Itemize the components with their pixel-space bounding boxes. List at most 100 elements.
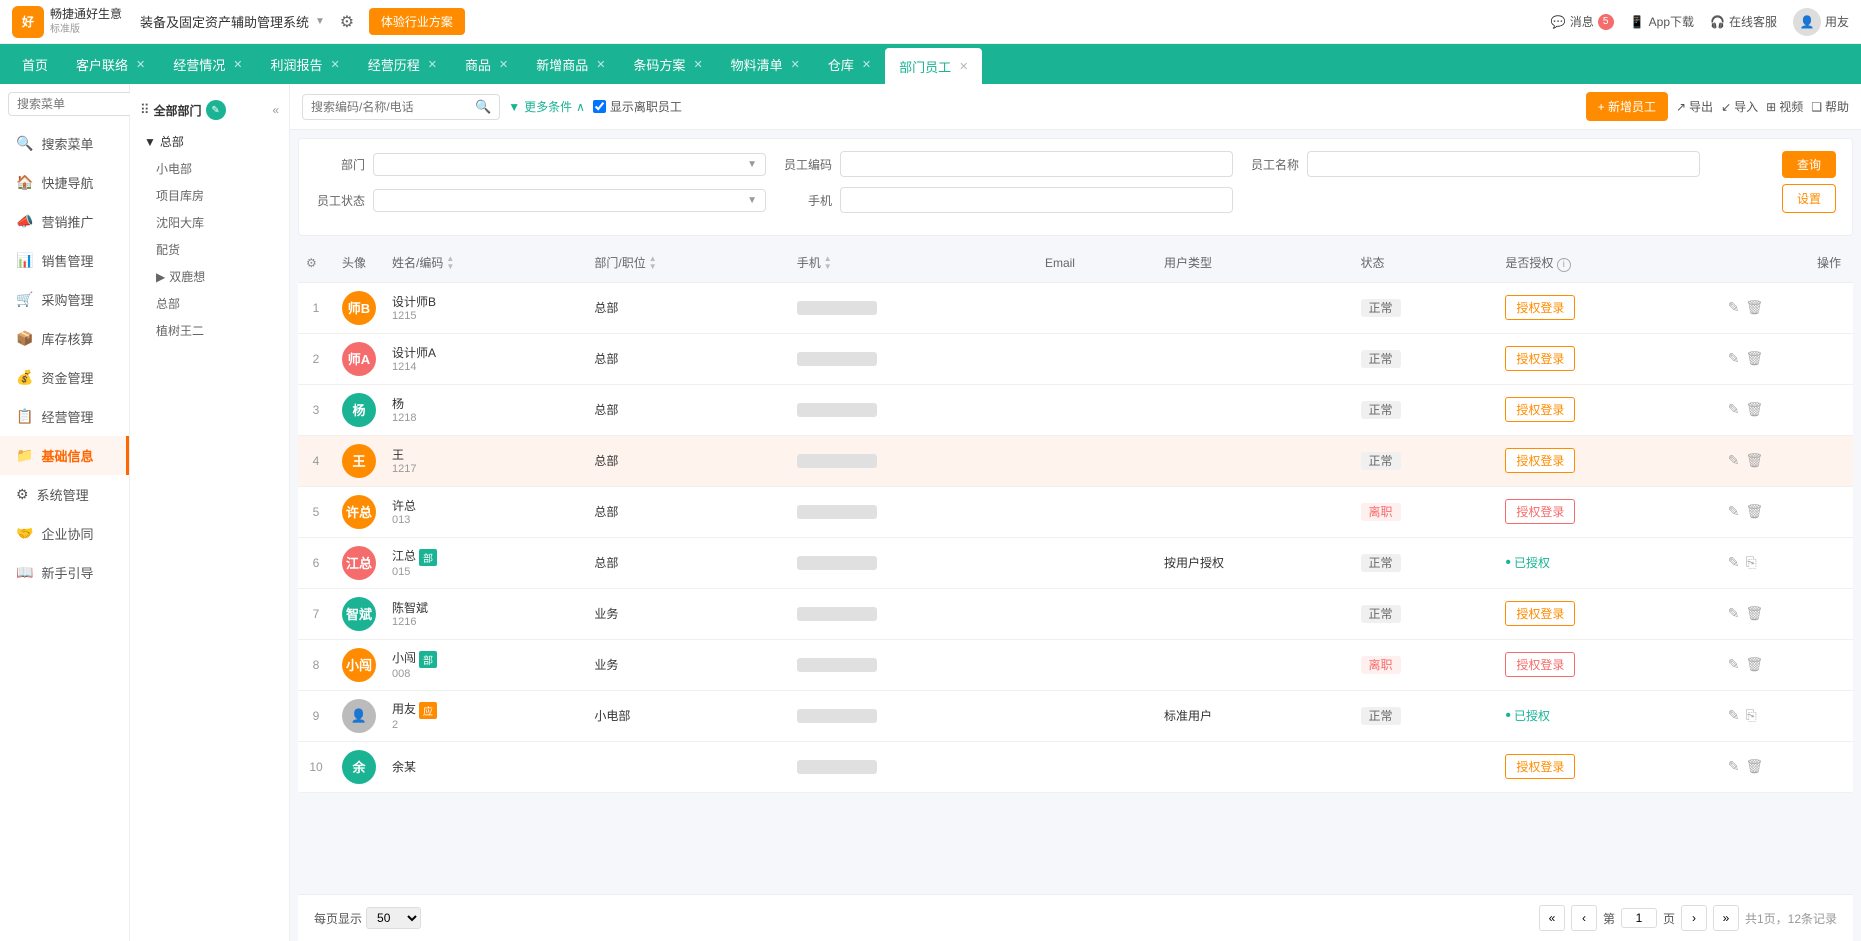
message-button[interactable]: 💬 消息 5 <box>1551 13 1614 30</box>
emp-name-input[interactable] <box>1307 151 1700 177</box>
dept-all-label[interactable]: 全部部门 <box>154 102 202 119</box>
tab-barcode[interactable]: 条码方案✕ <box>619 44 716 84</box>
search-input[interactable] <box>311 100 471 114</box>
emp-status-select[interactable]: ▼ <box>373 189 766 212</box>
name-sort[interactable]: 姓名/编码 ▲▼ <box>392 254 578 271</box>
delete-button[interactable]: 🗑 <box>1745 656 1763 673</box>
dept-item-headquarters-parent[interactable]: ▼ 总部 <box>136 128 283 155</box>
dept-edit-button[interactable]: ✎ <box>206 100 226 120</box>
dept-item-hq[interactable]: 总部 <box>136 290 283 317</box>
tab-new-goods[interactable]: 新增商品✕ <box>522 44 619 84</box>
sidebar-item-basic[interactable]: 📁 基础信息 <box>0 436 129 475</box>
tab-operation[interactable]: 经营情况✕ <box>159 44 256 84</box>
auth-login-button-resigned[interactable]: 授权登录 <box>1505 499 1575 524</box>
delete-button[interactable]: 🗑 <box>1745 503 1763 520</box>
add-employee-button[interactable]: + 新增员工 <box>1586 92 1668 121</box>
dept-item-distribution[interactable]: 配货 <box>136 236 283 263</box>
dept-item-zhishu[interactable]: 植树王二 <box>136 317 283 344</box>
dept-item-shuanglu[interactable]: ▶双鹿想 <box>136 263 283 290</box>
edit-button[interactable]: ✎ <box>1728 554 1740 571</box>
delete-button[interactable]: 🗑 <box>1745 299 1763 316</box>
trial-button[interactable]: 体验行业方案 <box>369 8 465 35</box>
export-button[interactable]: ↗ 导出 <box>1676 98 1713 115</box>
tab-close-operation[interactable]: ✕ <box>233 58 242 71</box>
view-button[interactable]: ⊞ 视频 <box>1766 98 1803 115</box>
sidebar-item-inventory[interactable]: 📦 库存核算 <box>0 319 129 358</box>
auth-login-button[interactable]: 授权登录 <box>1505 346 1575 371</box>
phone-input[interactable] <box>840 187 1233 213</box>
settings-gear-button[interactable]: ⚙ <box>333 8 361 36</box>
tab-close-warehouse[interactable]: ✕ <box>862 58 871 71</box>
tab-history[interactable]: 经营历程✕ <box>354 44 451 84</box>
dept-sort[interactable]: 部门/职位 ▲▼ <box>594 254 780 271</box>
delete-button[interactable]: 🗑 <box>1745 401 1763 418</box>
tab-bom[interactable]: 物料清单✕ <box>717 44 814 84</box>
next-page-button[interactable]: › <box>1681 905 1707 931</box>
tab-profit[interactable]: 利润报告✕ <box>256 44 353 84</box>
edit-button[interactable]: ✎ <box>1728 707 1740 724</box>
online-service-button[interactable]: 🎧 在线客服 <box>1710 13 1777 30</box>
sidebar-item-system[interactable]: ⚙ 系统管理 <box>0 475 129 514</box>
auth-login-button[interactable]: 授权登录 <box>1505 397 1575 422</box>
system-dropdown-arrow[interactable]: ▼ <box>315 16 325 27</box>
tab-close-profit[interactable]: ✕ <box>331 58 340 71</box>
import-button[interactable]: ↙ 导入 <box>1721 98 1758 115</box>
sidebar-item-marketing[interactable]: 📣 营销推广 <box>0 202 129 241</box>
dept-item-project-warehouse[interactable]: 项目库房 <box>136 182 283 209</box>
sidebar-item-nav[interactable]: 🏠 快捷导航 <box>0 163 129 202</box>
auth-login-button[interactable]: 授权登录 <box>1505 754 1575 779</box>
edit-button[interactable]: ✎ <box>1728 656 1740 673</box>
last-page-button[interactable]: » <box>1713 905 1739 931</box>
dept-collapse-button[interactable]: « <box>272 103 279 117</box>
edit-button[interactable]: ✎ <box>1728 758 1740 775</box>
first-page-button[interactable]: « <box>1539 905 1565 931</box>
auth-login-button[interactable]: 授权登录 <box>1505 295 1575 320</box>
sidebar-item-business[interactable]: 📋 经营管理 <box>0 397 129 436</box>
dept-item-small-electric[interactable]: 小电部 <box>136 155 283 182</box>
tab-close-history[interactable]: ✕ <box>428 58 437 71</box>
sidebar-item-collab[interactable]: 🤝 企业协同 <box>0 514 129 553</box>
app-download-button[interactable]: 📱 App下载 <box>1630 13 1694 30</box>
th-name[interactable]: 姓名/编码 ▲▼ <box>384 244 586 282</box>
tab-employees[interactable]: 部门员工✕ <box>885 48 982 84</box>
edit-button[interactable]: ✎ <box>1728 452 1740 469</box>
dept-item-shenyang[interactable]: 沈阳大库 <box>136 209 283 236</box>
th-phone[interactable]: 手机 ▲▼ <box>789 244 1037 282</box>
auth-info-icon[interactable]: i <box>1557 258 1571 272</box>
tab-goods[interactable]: 商品✕ <box>451 44 522 84</box>
page-number-input[interactable] <box>1621 908 1657 928</box>
show-resigned-checkbox[interactable] <box>593 100 606 113</box>
auth-login-button-resigned[interactable]: 授权登录 <box>1505 652 1575 677</box>
user-avatar-button[interactable]: 👤 用友 <box>1793 8 1849 36</box>
phone-sort[interactable]: 手机 ▲▼ <box>797 254 1029 271</box>
tab-close-bom[interactable]: ✕ <box>791 58 800 71</box>
query-button[interactable]: 查询 <box>1782 151 1836 178</box>
per-page-select[interactable]: 50 100 200 <box>366 907 421 929</box>
tab-close-customer[interactable]: ✕ <box>136 58 145 71</box>
help-button[interactable]: ❑ 帮助 <box>1811 98 1849 115</box>
sidebar-item-purchase[interactable]: 🛒 采购管理 <box>0 280 129 319</box>
edit-button[interactable]: ✎ <box>1728 350 1740 367</box>
reset-button[interactable]: 设置 <box>1782 184 1836 213</box>
emp-code-input[interactable] <box>840 151 1233 177</box>
edit-button[interactable]: ✎ <box>1728 401 1740 418</box>
tab-customer[interactable]: 客户联络✕ <box>62 44 159 84</box>
dept-select[interactable]: ▼ <box>373 153 766 176</box>
prev-page-button[interactable]: ‹ <box>1571 905 1597 931</box>
copy-button[interactable]: ⎘ <box>1745 707 1756 724</box>
delete-button[interactable]: 🗑 <box>1745 350 1763 367</box>
sidebar-item-search[interactable]: 🔍 搜索菜单 <box>0 124 129 163</box>
tab-close-goods[interactable]: ✕ <box>499 58 508 71</box>
tab-close-employees[interactable]: ✕ <box>959 60 968 73</box>
delete-button[interactable]: 🗑 <box>1745 605 1763 622</box>
tab-close-barcode[interactable]: ✕ <box>693 58 702 71</box>
copy-button[interactable]: ⎘ <box>1745 554 1756 571</box>
delete-button[interactable]: 🗑 <box>1745 452 1763 469</box>
sidebar-item-guide[interactable]: 📖 新手引导 <box>0 553 129 592</box>
edit-button[interactable]: ✎ <box>1728 503 1740 520</box>
more-filter-button[interactable]: ▼ 更多条件 ∧ <box>508 98 585 115</box>
tab-warehouse[interactable]: 仓库✕ <box>814 44 885 84</box>
th-gear[interactable]: ⚙ <box>298 244 334 282</box>
sidebar-item-sales[interactable]: 📊 销售管理 <box>0 241 129 280</box>
tab-home[interactable]: 首页 <box>8 44 62 84</box>
